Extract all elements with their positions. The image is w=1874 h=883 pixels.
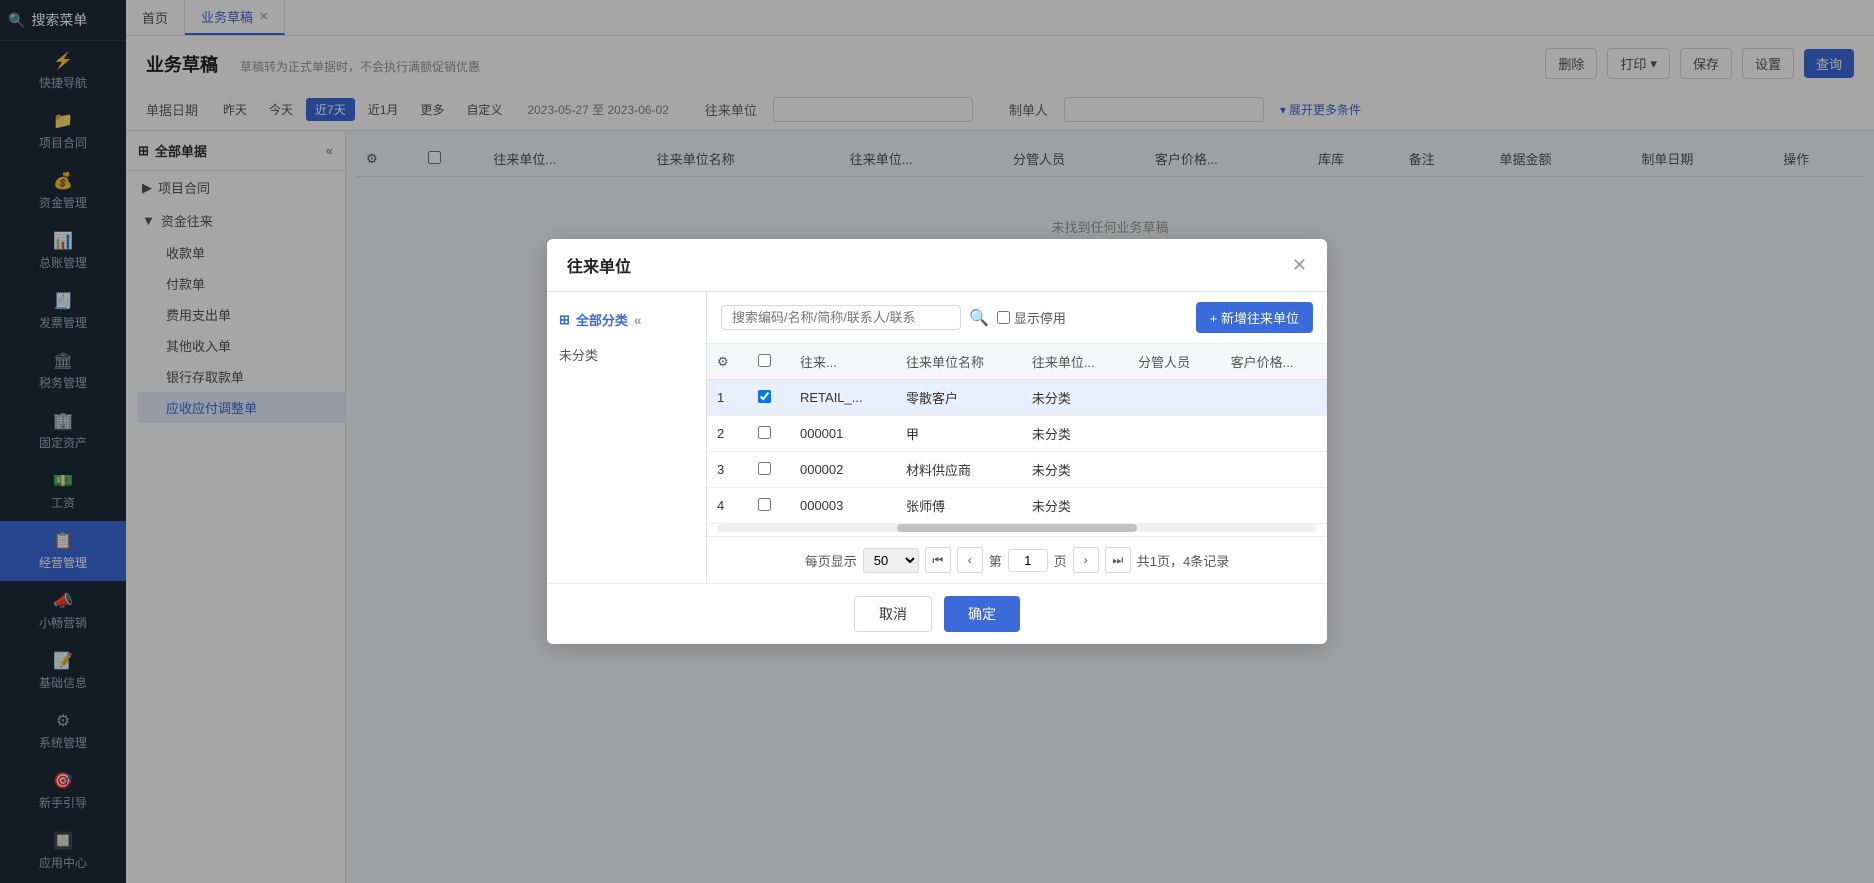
row-manager <box>1128 380 1220 416</box>
row-manager <box>1128 452 1220 488</box>
per-page-label: 每页显示 <box>805 551 857 570</box>
add-partner-button[interactable]: + 新增往来单位 <box>1196 302 1313 333</box>
last-page-button[interactable]: ⏭ <box>1105 547 1131 573</box>
row-code: 000001 <box>790 416 896 452</box>
dialog-table-wrap: ⚙ 往来... 往来单位名称 往来单位... 分管人员 客户价格... <box>707 344 1327 524</box>
th-name: 往来单位名称 <box>896 344 1022 380</box>
dialog-actions: 取消 确定 <box>547 583 1327 644</box>
row-checkbox[interactable] <box>748 416 790 452</box>
row-price <box>1221 416 1327 452</box>
table-row[interactable]: 2 000001 甲 未分类 <box>707 416 1327 452</box>
row-name: 零散客户 <box>896 380 1022 416</box>
row-category: 未分类 <box>1022 416 1128 452</box>
confirm-button[interactable]: 确定 <box>944 596 1020 632</box>
th-settings[interactable]: ⚙ <box>707 344 748 380</box>
dialog-category-header: ⊞ 全部分类 « <box>547 302 706 337</box>
row-code: RETAIL_... <box>790 380 896 416</box>
scrollbar-thumb[interactable] <box>897 524 1137 532</box>
show-disabled-checkbox[interactable] <box>997 311 1010 324</box>
row-price <box>1221 488 1327 524</box>
row-checkbox[interactable] <box>748 452 790 488</box>
th-code: 往来... <box>790 344 896 380</box>
table-row[interactable]: 4 000003 张师傅 未分类 <box>707 488 1327 524</box>
dialog-pagination: 每页显示 50 100 200 ⏮ ‹ 第 页 › ⏭ 共1页，4条记录 <box>707 536 1327 583</box>
table-row[interactable]: 1 RETAIL_... 零散客户 未分类 <box>707 380 1327 416</box>
th-type: 往来单位... <box>1022 344 1128 380</box>
row-category: 未分类 <box>1022 452 1128 488</box>
horizontal-scrollbar[interactable] <box>717 524 1317 532</box>
cancel-button[interactable]: 取消 <box>854 596 932 632</box>
total-label: 共1页，4条记录 <box>1137 551 1229 570</box>
page-label: 页 <box>1054 551 1067 570</box>
row-name: 甲 <box>896 416 1022 452</box>
row-name: 张师傅 <box>896 488 1022 524</box>
row-price <box>1221 452 1327 488</box>
th-price: 客户价格... <box>1221 344 1327 380</box>
dialog-toolbar: 🔍 显示停用 + 新增往来单位 <box>707 292 1327 344</box>
th-checkbox[interactable] <box>748 344 790 380</box>
prev-page-button[interactable]: ‹ <box>957 547 983 573</box>
grid-icon: ⊞ <box>559 312 570 328</box>
row-manager <box>1128 488 1220 524</box>
row-category: 未分类 <box>1022 488 1128 524</box>
page-number-input[interactable] <box>1008 549 1048 572</box>
dialog-title: 往来单位 <box>567 253 631 277</box>
row-price <box>1221 380 1327 416</box>
row-manager <box>1128 416 1220 452</box>
per-page-select[interactable]: 50 100 200 <box>863 548 919 573</box>
next-page-button[interactable]: › <box>1073 547 1099 573</box>
show-disabled-label[interactable]: 显示停用 <box>997 308 1066 327</box>
page-number-label: 第 <box>989 551 1002 570</box>
category-unclassified[interactable]: 未分类 <box>547 337 706 372</box>
row-num: 2 <box>707 416 748 452</box>
collapse-category-icon[interactable]: « <box>634 312 642 328</box>
row-name: 材料供应商 <box>896 452 1022 488</box>
dialog-table: ⚙ 往来... 往来单位名称 往来单位... 分管人员 客户价格... <box>707 344 1327 524</box>
modal-overlay: 往来单位 ✕ ⊞ 全部分类 « 未分类 🔍 <box>0 0 1874 883</box>
row-category: 未分类 <box>1022 380 1128 416</box>
row-num: 3 <box>707 452 748 488</box>
dialog-header: 往来单位 ✕ <box>547 239 1327 292</box>
th-manager: 分管人员 <box>1128 344 1220 380</box>
partner-dialog: 往来单位 ✕ ⊞ 全部分类 « 未分类 🔍 <box>547 239 1327 644</box>
search-input[interactable] <box>721 305 961 330</box>
dialog-body: ⊞ 全部分类 « 未分类 🔍 显示停用 <box>547 292 1327 583</box>
dialog-select-all[interactable] <box>758 354 771 367</box>
row-num: 1 <box>707 380 748 416</box>
row-code: 000003 <box>790 488 896 524</box>
first-page-button[interactable]: ⏮ <box>925 547 951 573</box>
search-icon: 🔍 <box>969 308 989 328</box>
row-checkbox[interactable] <box>748 380 790 416</box>
row-code: 000002 <box>790 452 896 488</box>
table-row[interactable]: 3 000002 材料供应商 未分类 <box>707 452 1327 488</box>
dialog-search: 🔍 显示停用 <box>721 305 1066 330</box>
dialog-right: 🔍 显示停用 + 新增往来单位 ⚙ <box>707 292 1327 583</box>
dialog-close-button[interactable]: ✕ <box>1292 255 1307 276</box>
dialog-categories: ⊞ 全部分类 « 未分类 <box>547 292 707 583</box>
row-checkbox[interactable] <box>748 488 790 524</box>
row-num: 4 <box>707 488 748 524</box>
